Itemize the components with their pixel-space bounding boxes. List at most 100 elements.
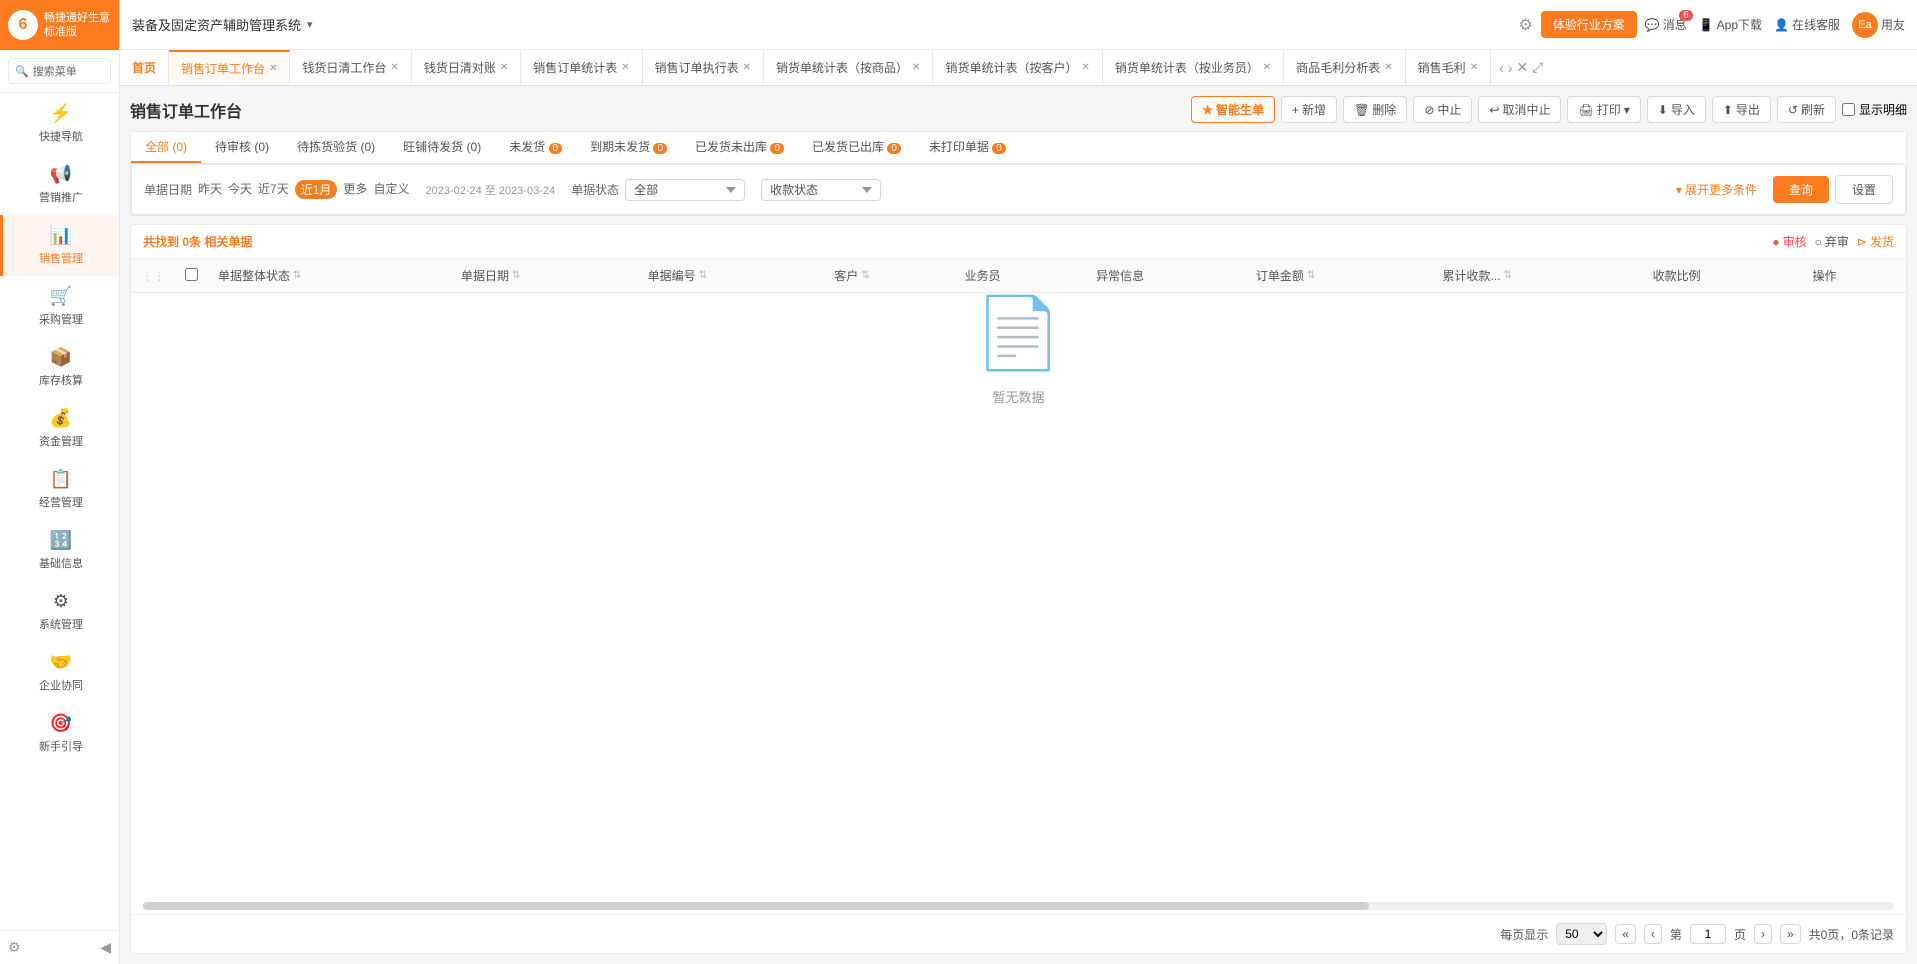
th-number[interactable]: 单据编号 ⇅ — [638, 259, 825, 293]
th-checkbox[interactable] — [175, 259, 208, 293]
ship-action-button[interactable]: ⊳ 发货 — [1857, 233, 1894, 250]
tabs-prev-button[interactable]: ‹ — [1499, 60, 1504, 76]
last-page-button[interactable]: » — [1780, 924, 1801, 944]
tab-close-cash-reconcile[interactable]: ✕ — [500, 62, 508, 73]
date-link-custom[interactable]: 自定义 — [373, 180, 409, 199]
date-link-yesterday[interactable]: 昨天 — [198, 180, 222, 199]
tabs-next-button[interactable]: › — [1508, 60, 1513, 76]
date-link-more[interactable]: 更多 — [343, 180, 367, 199]
export-button[interactable]: ⬆ 导出 — [1712, 96, 1771, 123]
tab-close-cargo-stats-product[interactable]: ✕ — [912, 62, 920, 73]
th-amount[interactable]: 订单金额 ⇅ — [1246, 259, 1433, 293]
sub-tab-wangpu-pending[interactable]: 旺铺待发货 (0) — [389, 132, 495, 163]
tab-gross-profit[interactable]: 商品毛利分析表 ✕ — [1284, 50, 1405, 86]
sub-tab-shipped-not-out[interactable]: 已发货未出库 0 — [681, 132, 798, 163]
search-menu-button[interactable]: 🔍 搜索菜单 — [8, 58, 111, 84]
tab-sales-profit[interactable]: 销售毛利 ✕ — [1406, 50, 1491, 86]
tab-sales-stats[interactable]: 销售订单统计表 ✕ — [521, 50, 642, 86]
add-button[interactable]: + 新增 — [1281, 96, 1337, 123]
sidebar-settings-button[interactable]: ⚙ — [8, 939, 21, 956]
filter-expand-button[interactable]: ▾ 展开更多条件 — [1676, 181, 1757, 198]
import-button[interactable]: ⬇ 导入 — [1647, 96, 1706, 123]
tab-close-sales-exec[interactable]: ✕ — [743, 62, 751, 73]
sub-tab-unprinted[interactable]: 未打印单据 0 — [915, 132, 1020, 163]
tab-cargo-stats-customer[interactable]: 销货单统计表（按客户） ✕ — [933, 50, 1102, 86]
th-status[interactable]: 单据整体状态 ⇅ — [208, 259, 451, 293]
sidebar-collapse-button[interactable]: ◀ — [100, 939, 111, 956]
sidebar-item-marketing[interactable]: 📢 营销推广 — [0, 154, 119, 215]
sub-tab-all[interactable]: 全部 (0) — [131, 132, 201, 163]
online-service-button[interactable]: 👤 在线客服 — [1774, 16, 1840, 33]
message-button[interactable]: 💬 消息 6 — [1645, 16, 1687, 33]
scrollbar-thumb[interactable] — [143, 902, 1369, 910]
system-icon: ⚙ — [53, 591, 69, 612]
tab-cargo-stats-staff[interactable]: 销货单统计表（按业务员） ✕ — [1103, 50, 1284, 86]
topbar-settings-icon[interactable]: ⚙ — [1518, 15, 1532, 35]
review-action-button[interactable]: ● 审核 — [1772, 233, 1806, 250]
tab-close-sales-profit[interactable]: ✕ — [1470, 62, 1478, 73]
tab-close-cargo-stats-customer[interactable]: ✕ — [1081, 62, 1089, 73]
sub-tab-pending-review[interactable]: 待审核 (0) — [201, 132, 283, 163]
system-dropdown-icon[interactable]: ▾ — [307, 18, 313, 31]
sidebar-item-system[interactable]: ⚙ 系统管理 — [0, 581, 119, 642]
cancel-stop-button[interactable]: ↩ 取消中止 — [1478, 96, 1561, 123]
app-download-button[interactable]: 📱 App下载 — [1699, 16, 1762, 33]
next-page-button[interactable]: › — [1754, 924, 1772, 944]
refresh-button[interactable]: ↺ 刷新 — [1777, 96, 1836, 123]
prev-page-button[interactable]: ‹ — [1644, 924, 1662, 944]
per-page-select[interactable]: 50 10 20 100 — [1556, 923, 1607, 945]
tab-close-gross-profit[interactable]: ✕ — [1384, 62, 1392, 73]
user-menu-button[interactable]: Ea 用友 — [1852, 12, 1905, 38]
tab-sales-workbench[interactable]: 销售订单工作台 ✕ — [169, 50, 290, 86]
filter-settings-button[interactable]: 设置 — [1835, 175, 1893, 204]
sidebar-item-purchase[interactable]: 🛒 采购管理 — [0, 276, 119, 337]
sidebar-item-inventory[interactable]: 📦 库存核算 — [0, 337, 119, 398]
guide-icon: 🎯 — [50, 713, 72, 734]
delete-button[interactable]: 🗑 删除 — [1343, 96, 1407, 123]
select-all-checkbox[interactable] — [185, 268, 198, 281]
sidebar-item-enterprise[interactable]: 🤝 企业协同 — [0, 642, 119, 703]
query-button[interactable]: 查询 — [1773, 176, 1829, 203]
tab-close-cargo-stats-staff[interactable]: ✕ — [1263, 62, 1271, 73]
sub-tab-pending-inspect[interactable]: 待拣货验货 (0) — [283, 132, 389, 163]
stop-button[interactable]: ⊘ 中止 — [1413, 96, 1472, 123]
date-link-7days[interactable]: 近7天 — [258, 180, 289, 199]
sub-tab-overdue[interactable]: 到期未发货 0 — [576, 132, 681, 163]
sub-tab-unshipped[interactable]: 未发货 0 — [495, 132, 576, 163]
first-page-button[interactable]: « — [1615, 924, 1636, 944]
sidebar-item-quick-nav[interactable]: ⚡ 快捷导航 — [0, 93, 119, 154]
th-customer[interactable]: 客户 ⇅ — [824, 259, 954, 293]
sidebar-item-guide[interactable]: 🎯 新手引导 — [0, 703, 119, 764]
pagination: 每页显示 50 10 20 100 « ‹ 第 页 › » 共0页，0条记录 — [131, 914, 1906, 953]
tab-cash-daily[interactable]: 钱货日清工作台 ✕ — [290, 50, 411, 86]
tab-sales-exec[interactable]: 销售订单执行表 ✕ — [643, 50, 764, 86]
tab-cash-reconcile[interactable]: 钱货日清对账 ✕ — [412, 50, 521, 86]
ai-generate-button[interactable]: ★ 智能生单 — [1191, 96, 1275, 123]
unreview-action-button[interactable]: ○ 弃审 — [1815, 233, 1849, 250]
print-button[interactable]: 🖨 打印 ▾ — [1567, 96, 1640, 123]
horizontal-scrollbar[interactable] — [143, 902, 1894, 910]
show-detail-checkbox[interactable] — [1842, 103, 1855, 116]
sidebar-item-operations[interactable]: 📋 经营管理 — [0, 459, 119, 520]
tab-cargo-stats-product[interactable]: 销货单统计表（按商品） ✕ — [764, 50, 933, 86]
topbar-actions: 💬 消息 6 📱 App下载 👤 在线客服 Ea 用友 — [1645, 12, 1905, 38]
tab-close-cash-daily[interactable]: ✕ — [390, 62, 398, 73]
filter-status-select[interactable]: 全部 — [625, 179, 745, 201]
th-collected[interactable]: 累计收款... ⇅ — [1433, 259, 1643, 293]
sidebar-item-basic-info[interactable]: 🔢 基础信息 — [0, 520, 119, 581]
tab-close-sales-stats[interactable]: ✕ — [621, 62, 629, 73]
tab-home[interactable]: 首页 — [120, 50, 169, 86]
date-link-today[interactable]: 今天 — [228, 180, 252, 199]
th-date[interactable]: 单据日期 ⇅ — [451, 259, 638, 293]
tab-close-all-button[interactable]: ✕ — [1516, 59, 1528, 76]
sidebar-item-finance[interactable]: 💰 资金管理 — [0, 398, 119, 459]
show-detail-checkbox-label[interactable]: 显示明细 — [1842, 101, 1907, 118]
date-link-1month[interactable]: 近1月 — [295, 180, 338, 199]
tab-close-sales-workbench[interactable]: ✕ — [269, 63, 277, 74]
page-input[interactable] — [1690, 924, 1726, 944]
sub-tab-shipped-out[interactable]: 已发货已出库 0 — [798, 132, 915, 163]
tabs-maximize-button[interactable]: ⤢ — [1532, 59, 1543, 76]
sidebar-item-sales[interactable]: 📊 销售管理 — [0, 215, 119, 276]
filter-payment-select[interactable]: 收款状态 — [761, 179, 881, 201]
industry-button[interactable]: 体验行业方案 — [1541, 11, 1637, 38]
